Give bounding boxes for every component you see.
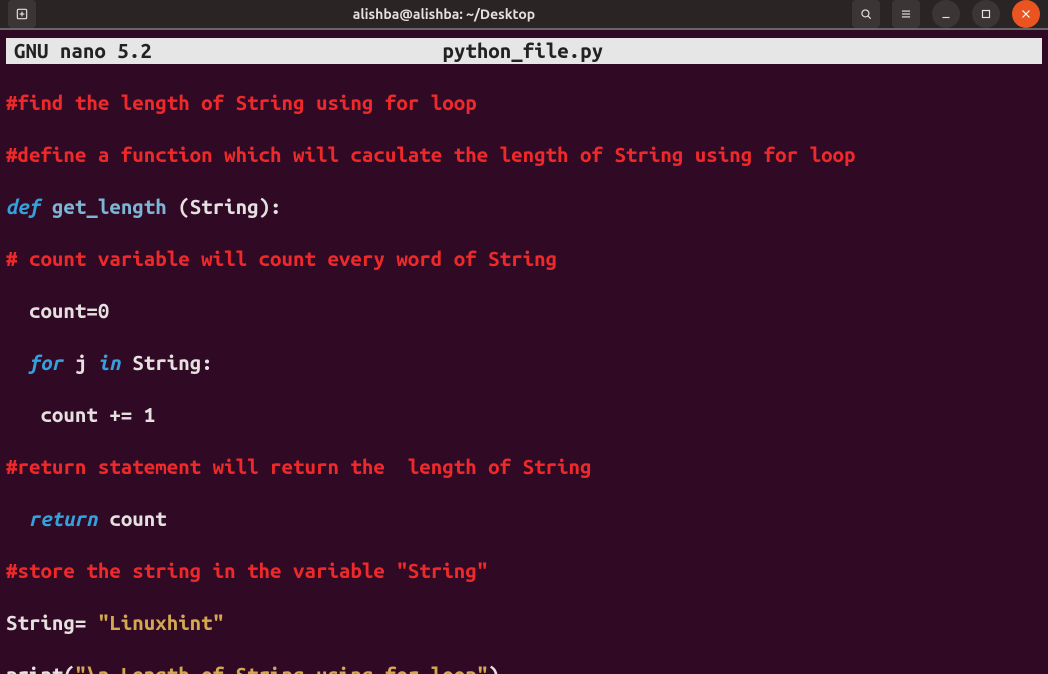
title-bar: alishba@alishba: ~/Desktop xyxy=(0,0,1048,28)
maximize-button[interactable] xyxy=(972,0,1000,28)
search-button[interactable] xyxy=(852,0,880,28)
code-line-10: #store the string in the variable "Strin… xyxy=(6,559,488,582)
close-button[interactable] xyxy=(1012,0,1040,28)
code-line-6: for j in String: xyxy=(6,350,1042,376)
nano-filename: python_file.py xyxy=(442,38,932,64)
code-line-1: #find the length of String using for loo… xyxy=(6,91,477,114)
code-line-11: String= "Linuxhint" xyxy=(6,610,1042,636)
code-line-5: count=0 xyxy=(6,298,1042,324)
minimize-button[interactable] xyxy=(932,0,960,28)
terminal-window: alishba@alishba: ~/Desktop GNU nano 5.2 … xyxy=(0,0,1048,674)
code-line-4: # count variable will count every word o… xyxy=(6,247,557,270)
code-line-7: count += 1 xyxy=(6,403,155,426)
code-editor[interactable]: #find the length of String using for loo… xyxy=(2,64,1046,674)
code-line-8: #return statement will return the length… xyxy=(6,455,591,478)
code-line-3: def get_length (String): xyxy=(6,194,1042,220)
code-line-12: print("\n Length of String using for loo… xyxy=(6,662,1042,674)
code-line-2: #define a function which will caculate t… xyxy=(6,143,856,166)
nano-version: GNU nano 5.2 xyxy=(14,38,442,64)
nano-title-bar: GNU nano 5.2 python_file.py xyxy=(6,38,1042,64)
menu-button[interactable] xyxy=(892,0,920,28)
code-line-9: return count xyxy=(6,506,1042,532)
window-title: alishba@alishba: ~/Desktop xyxy=(44,6,844,22)
terminal-viewport[interactable]: GNU nano 5.2 python_file.py #find the le… xyxy=(0,28,1048,674)
new-tab-button[interactable] xyxy=(8,0,36,28)
